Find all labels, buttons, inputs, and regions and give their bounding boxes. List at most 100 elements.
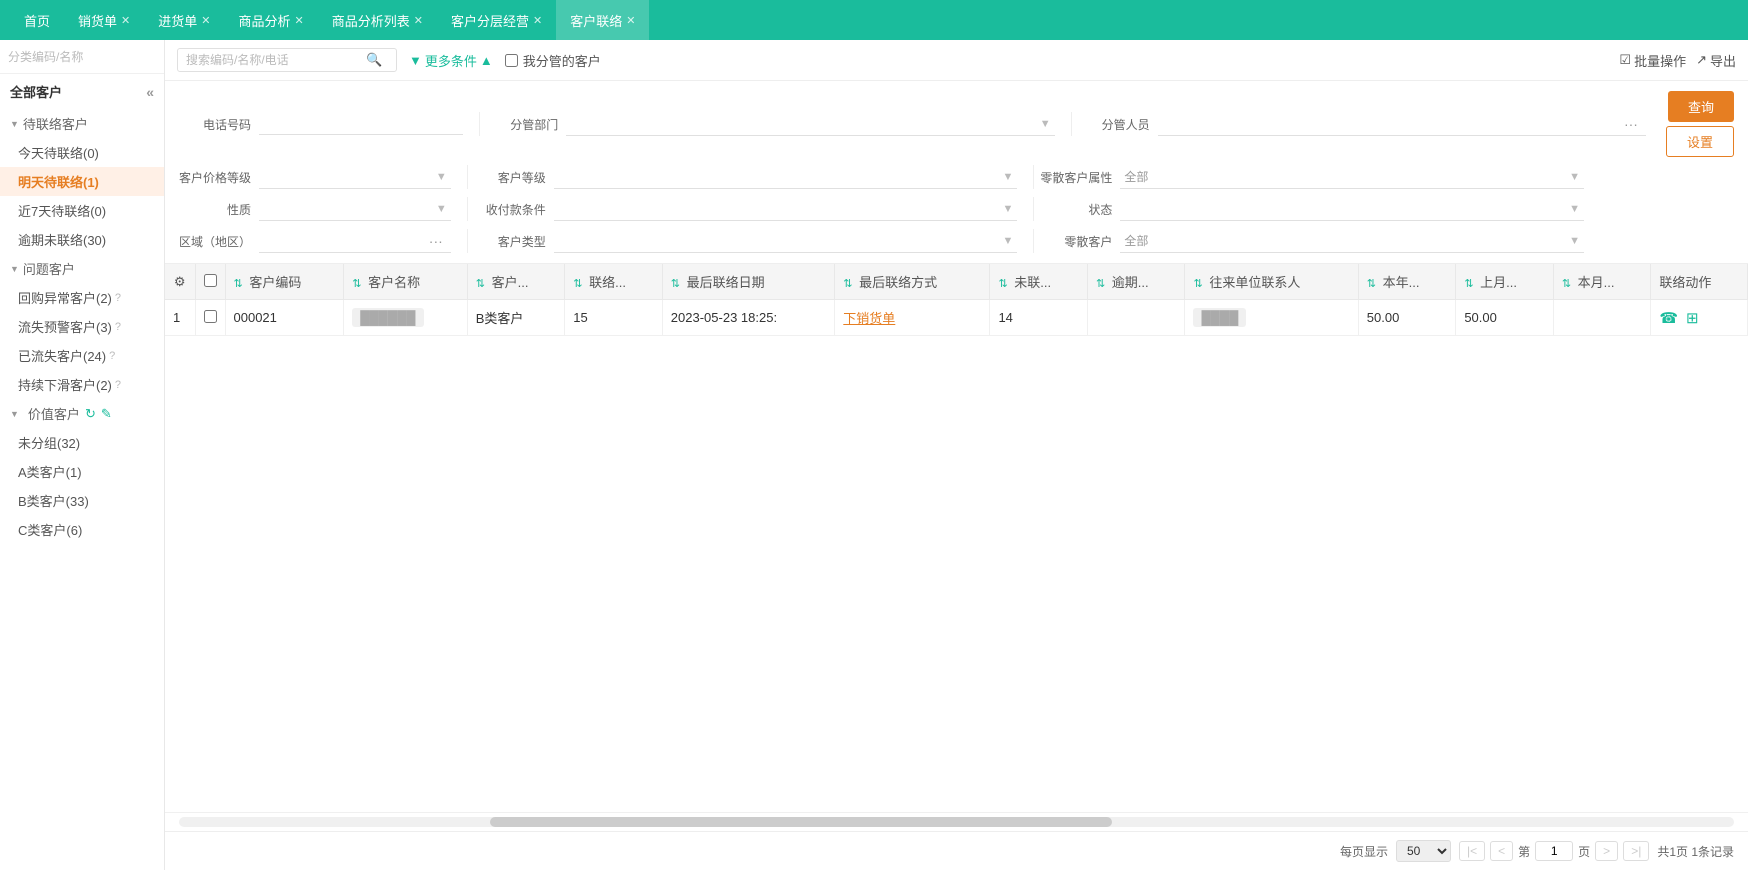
th-lastmonth-sort[interactable]: ⇅ bbox=[1464, 278, 1473, 290]
th-checkbox[interactable] bbox=[195, 264, 225, 300]
sidebar-item-overdue[interactable]: 逾期未联络(30) bbox=[0, 225, 164, 254]
filter-setting-btn[interactable]: 设置 bbox=[1666, 126, 1734, 157]
nav-close-purchase[interactable]: ✕ bbox=[201, 14, 210, 27]
sidebar-item-c-class[interactable]: C类客户(6) bbox=[0, 515, 164, 544]
help-icon-churned: ? bbox=[109, 350, 115, 362]
sidebar-item-tomorrow[interactable]: 明天待联络(1) bbox=[0, 167, 164, 196]
filter-select-region[interactable]: ··· bbox=[259, 229, 451, 253]
td-num: 1 bbox=[165, 300, 195, 336]
filter-label-dept: 分管部门 bbox=[486, 116, 566, 133]
nav-purchase-order[interactable]: 进货单 ✕ bbox=[144, 0, 224, 40]
th-thisyear-sort[interactable]: ⇅ bbox=[1367, 278, 1376, 290]
th-lastdate-sort[interactable]: ⇅ bbox=[671, 278, 680, 290]
page-size-select[interactable]: 50 100 200 bbox=[1396, 840, 1451, 862]
td-this-year: 50.00 bbox=[1358, 300, 1456, 336]
filter-region-dots[interactable]: ··· bbox=[425, 233, 447, 249]
filter-input-phone[interactable] bbox=[259, 114, 463, 135]
nav-close-sales[interactable]: ✕ bbox=[121, 14, 130, 27]
sidebar-value-edit[interactable]: ✎ bbox=[101, 406, 112, 422]
sidebar-group-problem[interactable]: 问题客户 bbox=[0, 254, 164, 283]
page-prev-btn[interactable]: < bbox=[1490, 841, 1513, 861]
page-next-btn[interactable]: > bbox=[1595, 841, 1618, 861]
filter-select-grade[interactable]: ▼ bbox=[554, 165, 1018, 189]
bottom-scrollbar[interactable] bbox=[179, 817, 1734, 827]
page-input[interactable] bbox=[1535, 841, 1573, 861]
nav-home[interactable]: 首页 bbox=[10, 0, 64, 40]
filter-select-scattered[interactable]: 全部 ▼ bbox=[1120, 229, 1584, 253]
gear-icon[interactable]: ⚙ bbox=[174, 274, 186, 289]
filter-select-status[interactable]: ▼ bbox=[1120, 197, 1584, 221]
content-area: 🔍 ▼ 更多条件 ▲ 我分管的客户 ☑ 批量操作 ↗ 导出 bbox=[165, 40, 1748, 870]
filter-select-attr[interactable]: 全部 ▼ bbox=[1120, 165, 1584, 189]
sidebar-item-a-class[interactable]: A类客户(1) bbox=[0, 457, 164, 486]
search-submit-icon[interactable]: 🔍 bbox=[366, 52, 382, 68]
table-area: ⚙ ⇅ 客户编码 ⇅ 客户名称 bbox=[165, 264, 1748, 812]
nav-product-analysis[interactable]: 商品分析 ✕ bbox=[224, 0, 317, 40]
help-icon-churn: ? bbox=[115, 321, 121, 333]
th-gear[interactable]: ⚙ bbox=[165, 264, 195, 300]
page-last-btn[interactable]: >| bbox=[1623, 841, 1649, 861]
export-btn[interactable]: ↗ 导出 bbox=[1696, 51, 1736, 70]
td-name: ██████ bbox=[344, 300, 468, 336]
sidebar-item-churned[interactable]: 已流失客户(24) ? bbox=[0, 341, 164, 370]
my-customers-check[interactable]: 我分管的客户 bbox=[505, 51, 601, 70]
filter-select-dept[interactable]: ▼ bbox=[566, 112, 1054, 136]
filter-select-nature[interactable]: ▼ bbox=[259, 197, 451, 221]
sidebar-group-pending[interactable]: 待联络客户 bbox=[0, 109, 164, 138]
filter-select-person[interactable]: ··· bbox=[1158, 112, 1646, 136]
nav-close-product-list[interactable]: ✕ bbox=[414, 14, 423, 27]
th-nocontact-sort[interactable]: ⇅ bbox=[998, 278, 1007, 290]
nav-sales-order[interactable]: 销货单 ✕ bbox=[64, 0, 144, 40]
sidebar-value-refresh[interactable]: ↻ bbox=[85, 406, 96, 422]
nav-customer-tier[interactable]: 客户分层经营 ✕ bbox=[437, 0, 556, 40]
nav-close-product[interactable]: ✕ bbox=[295, 14, 304, 27]
sidebar-item-abnormal[interactable]: 回购异常客户(2) ? bbox=[0, 283, 164, 312]
sidebar-item-b-class[interactable]: B类客户(33) bbox=[0, 486, 164, 515]
filter-cell-person: 分管人员 ··· bbox=[1078, 112, 1656, 136]
sidebar-collapse-icon[interactable]: « bbox=[146, 84, 154, 100]
filter-select-ctype[interactable]: ▼ bbox=[554, 229, 1018, 253]
sidebar-group-value[interactable]: 价值客户 ↻ ✎ bbox=[0, 399, 164, 428]
sidebar-search-input[interactable] bbox=[8, 50, 163, 64]
filter-select-price-grade[interactable]: ▼ bbox=[259, 165, 451, 189]
sidebar-item-7days[interactable]: 近7天待联络(0) bbox=[0, 196, 164, 225]
th-contact-sort[interactable]: ⇅ bbox=[573, 278, 582, 290]
td-last-method[interactable]: 下销货单 bbox=[835, 300, 990, 336]
more-conditions-btn[interactable]: ▼ 更多条件 ▲ bbox=[409, 51, 493, 70]
batch-ops-btn[interactable]: ☑ 批量操作 bbox=[1619, 51, 1686, 70]
bottom-scrollbar-thumb[interactable] bbox=[490, 817, 1112, 827]
my-customers-checkbox[interactable] bbox=[505, 54, 518, 67]
customer-table: ⚙ ⇅ 客户编码 ⇅ 客户名称 bbox=[165, 264, 1748, 336]
filter-query-btn[interactable]: 查询 bbox=[1668, 91, 1734, 122]
nav-close-customer-tier[interactable]: ✕ bbox=[533, 14, 542, 27]
th-contactperson-sort[interactable]: ⇅ bbox=[1193, 278, 1202, 290]
sidebar-item-today[interactable]: 今天待联络(0) bbox=[0, 138, 164, 167]
nav-close-customer-contact[interactable]: ✕ bbox=[626, 14, 635, 27]
th-thismonth-sort[interactable]: ⇅ bbox=[1562, 278, 1571, 290]
th-type-sort[interactable]: ⇅ bbox=[476, 278, 485, 290]
sidebar-item-ungrouped[interactable]: 未分组(32) bbox=[0, 428, 164, 457]
select-all-checkbox[interactable] bbox=[204, 274, 217, 287]
row-checkbox[interactable] bbox=[204, 310, 217, 323]
th-code-sort[interactable]: ⇅ bbox=[234, 278, 243, 290]
search-input[interactable] bbox=[186, 53, 366, 67]
th-overdue-sort[interactable]: ⇅ bbox=[1096, 278, 1105, 290]
action-grid-icon[interactable]: ⊞ bbox=[1686, 309, 1699, 327]
filter-select-payment[interactable]: ▼ bbox=[554, 197, 1018, 221]
sidebar-all-customers[interactable]: 全部客户 « bbox=[0, 74, 164, 109]
filter-person-dots[interactable]: ··· bbox=[1620, 116, 1642, 132]
sidebar-item-declining[interactable]: 持续下滑客户(2) ? bbox=[0, 370, 164, 399]
filter-label-grade: 客户等级 bbox=[474, 169, 554, 186]
page-first-btn[interactable]: |< bbox=[1459, 841, 1485, 861]
nav-product-analysis-list[interactable]: 商品分析列表 ✕ bbox=[318, 0, 437, 40]
export-icon: ↗ bbox=[1696, 52, 1707, 68]
th-lastmethod-sort[interactable]: ⇅ bbox=[843, 278, 852, 290]
last-method-link[interactable]: 下销货单 bbox=[843, 311, 895, 326]
search-input-wrap[interactable]: 🔍 bbox=[177, 48, 397, 72]
th-name-sort[interactable]: ⇅ bbox=[352, 278, 361, 290]
action-phone-icon[interactable]: ☎ bbox=[1659, 309, 1678, 327]
sidebar-item-churn-risk[interactable]: 流失预警客户(3) ? bbox=[0, 312, 164, 341]
th-contact: ⇅ 联络... bbox=[565, 264, 663, 300]
nav-customer-contact[interactable]: 客户联络 ✕ bbox=[556, 0, 649, 40]
td-checkbox[interactable] bbox=[195, 300, 225, 336]
